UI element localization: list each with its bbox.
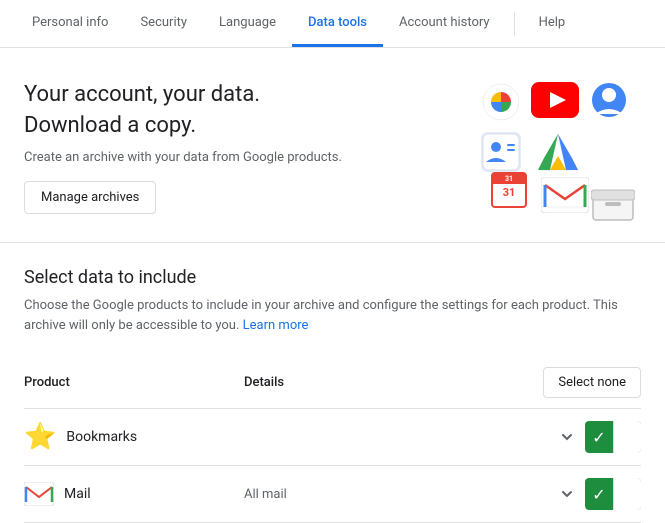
mail-icon — [24, 482, 54, 506]
col-action-header: Select none — [521, 367, 641, 398]
nav-bar: Personal info Security Language Data too… — [0, 0, 665, 48]
bookmarks-toggle-cell: ✓ — [521, 421, 641, 453]
hero-text: Your account, your data. Download a copy… — [24, 80, 342, 214]
tab-security[interactable]: Security — [124, 1, 203, 47]
bookmarks-chevron[interactable] — [557, 427, 577, 447]
mail-label: Mail — [64, 486, 91, 502]
mail-chevron[interactable] — [557, 484, 577, 504]
select-data-title: Select data to include — [24, 267, 641, 288]
hero-title: Your account, your data. Download a copy… — [24, 80, 342, 142]
contacts-icon — [481, 132, 521, 172]
table-header: Product Details Select none — [24, 357, 641, 409]
product-icons-collage: 31 31 — [481, 82, 641, 212]
bookmarks-icon: ⭐ — [24, 422, 56, 452]
tab-personal-info[interactable]: Personal info — [16, 1, 124, 47]
mail-toggle-cell: ✓ — [521, 478, 641, 510]
hero-desc: Create an archive with your data from Go… — [24, 150, 342, 165]
manage-archives-button[interactable]: Manage archives — [24, 181, 156, 214]
bookmarks-toggle-off — [613, 421, 641, 453]
tab-data-tools[interactable]: Data tools — [292, 1, 383, 47]
google-account-icon — [591, 82, 627, 118]
bookmarks-toggle-check: ✓ — [585, 428, 613, 447]
tab-help[interactable]: Help — [523, 1, 582, 47]
tab-account-history[interactable]: Account history — [383, 1, 506, 47]
google-photos-icon — [481, 82, 521, 122]
table-row: ⭐ Bookmarks ✓ — [24, 409, 641, 466]
select-none-button[interactable]: Select none — [543, 367, 641, 398]
bookmarks-toggle[interactable]: ✓ — [585, 421, 641, 453]
nav-divider — [514, 12, 515, 36]
mail-toggle[interactable]: ✓ — [585, 478, 641, 510]
hero-section: Your account, your data. Download a copy… — [0, 48, 665, 243]
bookmarks-product-cell: ⭐ Bookmarks — [24, 422, 244, 452]
mail-details-cell: All mail — [244, 487, 521, 502]
archive-box-icon — [591, 182, 635, 222]
mail-product-cell: Mail — [24, 482, 244, 506]
select-data-desc: Choose the Google products to include in… — [24, 296, 641, 338]
select-data-section: Select data to include Choose the Google… — [0, 243, 665, 523]
bookmarks-label: Bookmarks — [66, 429, 137, 445]
tab-language[interactable]: Language — [203, 1, 292, 47]
youtube-icon — [531, 82, 579, 118]
col-product-header: Product — [24, 375, 244, 390]
google-calendar-icon: 31 31 — [491, 172, 527, 208]
col-details-header: Details — [244, 375, 521, 390]
learn-more-link[interactable]: Learn more — [243, 318, 309, 333]
mail-toggle-off — [613, 478, 641, 510]
google-drive-icon — [536, 132, 580, 172]
table-row: Mail All mail ✓ — [24, 466, 641, 523]
gmail-icon — [541, 177, 589, 213]
product-table: Product Details Select none ⭐ Bookmarks … — [24, 357, 641, 523]
